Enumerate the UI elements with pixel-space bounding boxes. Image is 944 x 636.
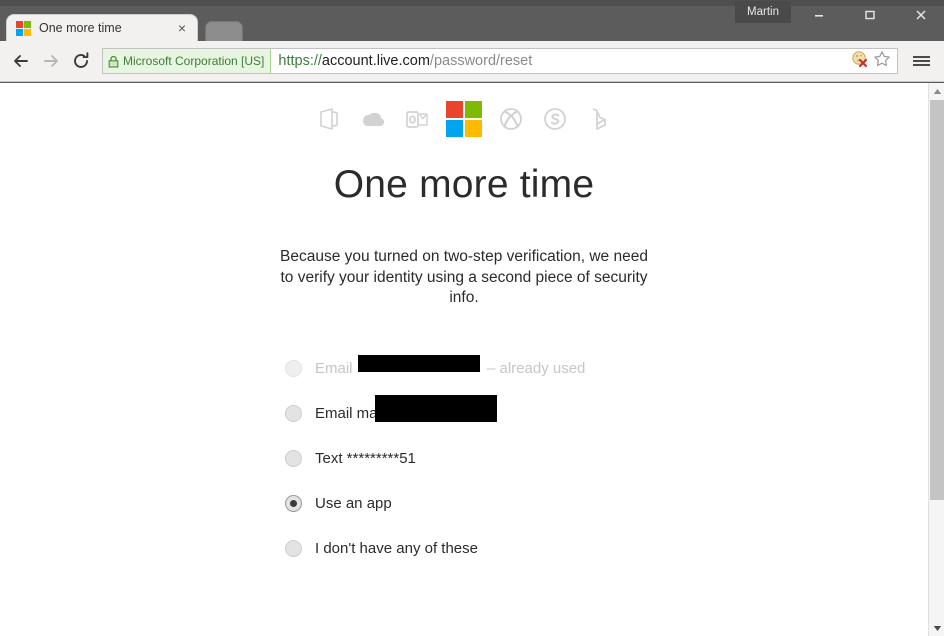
scroll-down-arrow-icon — [933, 625, 941, 631]
address-bar[interactable]: Microsoft Corporation [US] https://accou… — [102, 48, 898, 74]
page-scrollbar[interactable] — [928, 83, 944, 636]
radio-email — [285, 359, 302, 377]
redaction-box — [358, 354, 480, 372]
scrollbar-track[interactable] — [930, 500, 944, 618]
window-minimize-button[interactable] — [796, 0, 842, 28]
option-label: Use an app — [315, 494, 392, 512]
scrollbar-thumb[interactable] — [930, 100, 944, 500]
browser-tab[interactable]: One more time × — [6, 14, 198, 41]
window-maximize-button[interactable] — [847, 0, 893, 28]
skype-icon — [540, 104, 570, 134]
microsoft-service-icons — [314, 101, 614, 137]
page-viewport: One more time Because you turned on two-… — [0, 83, 944, 636]
option-label: Email — [315, 359, 353, 377]
bing-icon — [584, 104, 614, 134]
onedrive-icon — [358, 104, 388, 134]
option-suffix: – already used — [487, 359, 586, 377]
option-email-already-used: Email – already used — [285, 346, 705, 391]
back-button[interactable] — [6, 46, 36, 76]
redaction-box — [375, 394, 497, 422]
radio-text[interactable] — [285, 449, 302, 467]
window-close-button[interactable] — [898, 0, 944, 28]
option-label: Text *********51 — [315, 449, 416, 467]
security-label: Microsoft Corporation [US] — [123, 54, 265, 68]
url-host: account.live.com — [321, 53, 430, 69]
option-label: I don't have any of these — [315, 539, 478, 557]
back-arrow-icon — [14, 55, 28, 67]
radio-email-alternate[interactable] — [285, 404, 302, 422]
browser-toolbar: Microsoft Corporation [US] https://accou… — [0, 41, 944, 82]
new-tab-button[interactable] — [205, 21, 243, 41]
microsoft-logo-icon — [16, 20, 31, 36]
menu-icon — [912, 54, 930, 68]
tab-title: One more time — [39, 21, 122, 35]
option-label: Email ma — [315, 404, 378, 422]
url-text[interactable]: https://account.live.com/password/reset — [278, 53, 847, 69]
scroll-up-arrow-icon — [933, 88, 941, 94]
cookie-blocked-icon[interactable] — [851, 50, 869, 73]
profile-button[interactable]: Martin — [735, 1, 791, 23]
browser-window: One more time × Martin Microsoft Corpora… — [0, 0, 944, 636]
verification-options-list: Email – already used Email ma Text *****… — [285, 346, 705, 571]
omnibox-icons — [847, 50, 891, 73]
microsoft-logo-icon — [446, 101, 482, 137]
reload-icon — [74, 52, 89, 68]
option-email-alternate[interactable]: Email ma — [285, 391, 705, 436]
radio-use-an-app[interactable] — [285, 494, 302, 512]
url-scheme: https:// — [278, 53, 322, 69]
url-path: /password/reset — [429, 53, 533, 69]
tab-close-icon[interactable]: × — [173, 19, 191, 37]
option-use-an-app[interactable]: Use an app — [285, 481, 705, 526]
minimize-icon — [815, 14, 823, 17]
option-text-message[interactable]: Text *********51 — [285, 436, 705, 481]
page-content: One more time Because you turned on two-… — [0, 83, 928, 636]
close-icon — [916, 10, 926, 20]
bookmark-star-icon[interactable] — [873, 50, 891, 73]
tab-strip: One more time × Martin — [0, 0, 944, 41]
page-title: One more time — [333, 163, 595, 206]
option-none-of-these[interactable]: I don't have any of these — [285, 526, 705, 571]
forward-arrow-icon — [44, 55, 58, 67]
maximize-icon — [865, 10, 875, 19]
page-description: Because you turned on two-step verificat… — [280, 248, 648, 306]
forward-button[interactable] — [36, 46, 66, 76]
lock-icon — [108, 55, 119, 68]
office-icon — [314, 104, 344, 134]
scroll-up-button[interactable] — [929, 83, 944, 99]
outlook-icon — [402, 104, 432, 134]
radio-none-of-these[interactable] — [285, 539, 302, 557]
scroll-down-button[interactable] — [929, 620, 944, 636]
reload-button[interactable] — [66, 46, 96, 76]
security-chip[interactable]: Microsoft Corporation [US] — [103, 49, 272, 73]
browser-menu-button[interactable] — [906, 46, 936, 76]
xbox-icon — [496, 104, 526, 134]
